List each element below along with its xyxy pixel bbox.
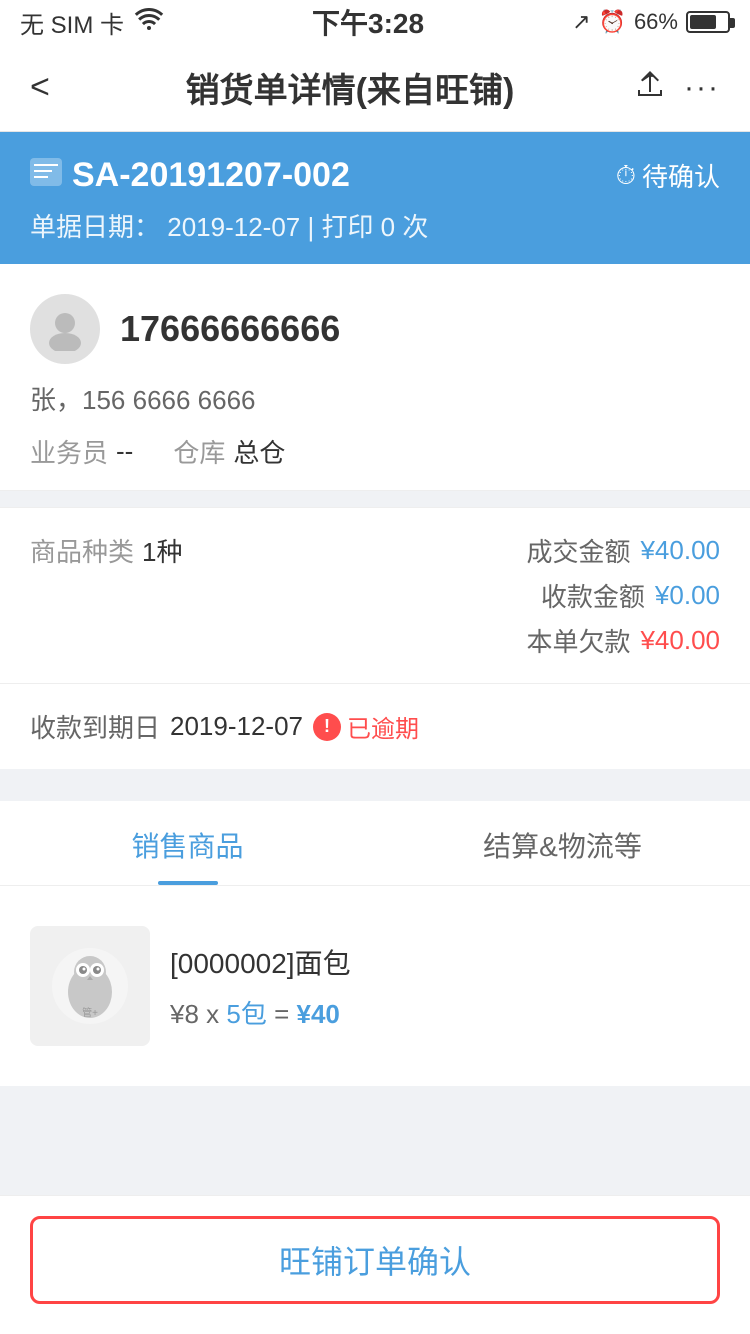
due-section: 收款到期日 2019-12-07 ! 已逾期 [0, 683, 750, 769]
share-icon[interactable] [636, 70, 664, 106]
status-text: 待确认 [642, 157, 720, 194]
order-id-text: SA-20191207-002 [72, 156, 350, 195]
customer-name: 张，156 6666 6666 [30, 380, 720, 417]
overdue-badge: ! 已逾期 [313, 709, 419, 744]
due-label: 收款到期日 [30, 708, 160, 745]
clock-icon: ⏱ [616, 160, 636, 192]
amount-value-0: ¥40.00 [640, 535, 720, 566]
confirm-order-button[interactable]: 旺铺订单确认 [30, 1216, 720, 1304]
bottom-area: 旺铺订单确认 [0, 1195, 750, 1334]
product-thumbnail: 管+ [30, 926, 150, 1046]
battery-percent: 66% [634, 9, 678, 35]
amount-row-2: 本单欠款 ¥40.00 [526, 622, 720, 659]
tab-settlement[interactable]: 结算&物流等 [375, 801, 750, 885]
product-price: ¥8 x 5包 = ¥40 [170, 994, 720, 1031]
tab-sales-products[interactable]: 销售商品 [0, 801, 375, 885]
sales-label: 业务员 [30, 433, 108, 470]
product-item-0: 管+ [0000002]面包 ¥8 x 5包 = ¥40 [30, 906, 720, 1066]
tabs-header: 销售商品 结算&物流等 [0, 801, 750, 886]
amount-label-1: 收款金额 [541, 577, 645, 614]
due-date: 2019-12-07 [170, 711, 303, 742]
tab-label-0: 销售商品 [131, 831, 243, 862]
wifi-icon [134, 8, 164, 37]
product-type-label: 商品种类 [30, 532, 134, 569]
status-right: ↗ ⏰ 66% [572, 9, 730, 35]
page-title: 销货单详情(来自旺铺) [80, 63, 620, 112]
order-icon [30, 156, 62, 195]
customer-phone: 17666666666 [120, 308, 340, 350]
product-type: 商品种类 1种 [30, 532, 182, 569]
amount-label-0: 成交金额 [526, 532, 630, 569]
battery-icon [686, 11, 730, 33]
status-time: 下午3:28 [312, 2, 424, 42]
overdue-text: 已逾期 [347, 709, 419, 744]
product-list: 管+ [0000002]面包 ¥8 x 5包 = ¥40 [0, 886, 750, 1086]
svg-text:管+: 管+ [82, 1006, 98, 1019]
warehouse-value: 总仓 [233, 433, 285, 470]
nav-actions: ··· [620, 70, 720, 106]
location-icon: ↗ [572, 9, 590, 35]
warehouse-label: 仓库 [173, 433, 225, 470]
alarm-icon: ⏰ [599, 9, 626, 35]
divider-1 [0, 490, 750, 491]
price-total: ¥40 [296, 999, 339, 1029]
product-thumb-image: 管+ [30, 926, 150, 1046]
sales-value: -- [116, 436, 133, 467]
amount-row-1: 收款金额 ¥0.00 [541, 577, 720, 614]
amounts: 成交金额 ¥40.00 收款金额 ¥0.00 本单欠款 ¥40.00 [526, 532, 720, 659]
print-info: | 打印 0 次 [307, 212, 428, 242]
overdue-icon: ! [313, 713, 341, 741]
customer-section: 17666666666 张，156 6666 6666 业务员 -- 仓库 总仓 [0, 264, 750, 490]
amount-row-0: 成交金额 ¥40.00 [526, 532, 720, 569]
order-date-row: 单据日期： 2019-12-07 | 打印 0 次 [30, 207, 720, 244]
avatar [30, 294, 100, 364]
summary-section: 商品种类 1种 成交金额 ¥40.00 收款金额 ¥0.00 本单欠款 ¥40.… [0, 507, 750, 683]
nav-bar: < 销货单详情(来自旺铺) ··· [0, 44, 750, 132]
more-icon[interactable]: ··· [684, 71, 720, 105]
order-header: SA-20191207-002 ⏱ 待确认 单据日期： 2019-12-07 |… [0, 132, 750, 264]
order-date: 2019-12-07 [167, 212, 300, 242]
price-per-unit: ¥8 x [170, 999, 226, 1029]
product-info: [0000002]面包 ¥8 x 5包 = ¥40 [170, 942, 720, 1031]
product-type-value: 1种 [142, 532, 182, 569]
warehouse-item: 仓库 总仓 [173, 433, 285, 470]
divider-2 [0, 769, 750, 785]
sales-item: 业务员 -- [30, 433, 133, 470]
amount-label-2: 本单欠款 [526, 622, 630, 659]
order-status: ⏱ 待确认 [616, 157, 720, 194]
status-left: 无 SIM 卡 [20, 5, 164, 40]
tabs-section: 销售商品 结算&物流等 [0, 801, 750, 1086]
status-bar: 无 SIM 卡 下午3:28 ↗ ⏰ 66% [0, 0, 750, 44]
order-id: SA-20191207-002 [30, 156, 350, 195]
amount-value-2: ¥40.00 [640, 625, 720, 656]
amount-value-1: ¥0.00 [655, 580, 720, 611]
tab-label-1: 结算&物流等 [483, 831, 642, 862]
customer-meta: 业务员 -- 仓库 总仓 [30, 433, 720, 470]
carrier-text: 无 SIM 卡 [20, 5, 124, 40]
product-name: [0000002]面包 [170, 942, 720, 982]
date-label: 单据日期： [30, 212, 160, 242]
price-qty: 5包 [226, 999, 266, 1029]
back-button[interactable]: < [30, 68, 80, 107]
equals-sign: = [267, 999, 297, 1029]
